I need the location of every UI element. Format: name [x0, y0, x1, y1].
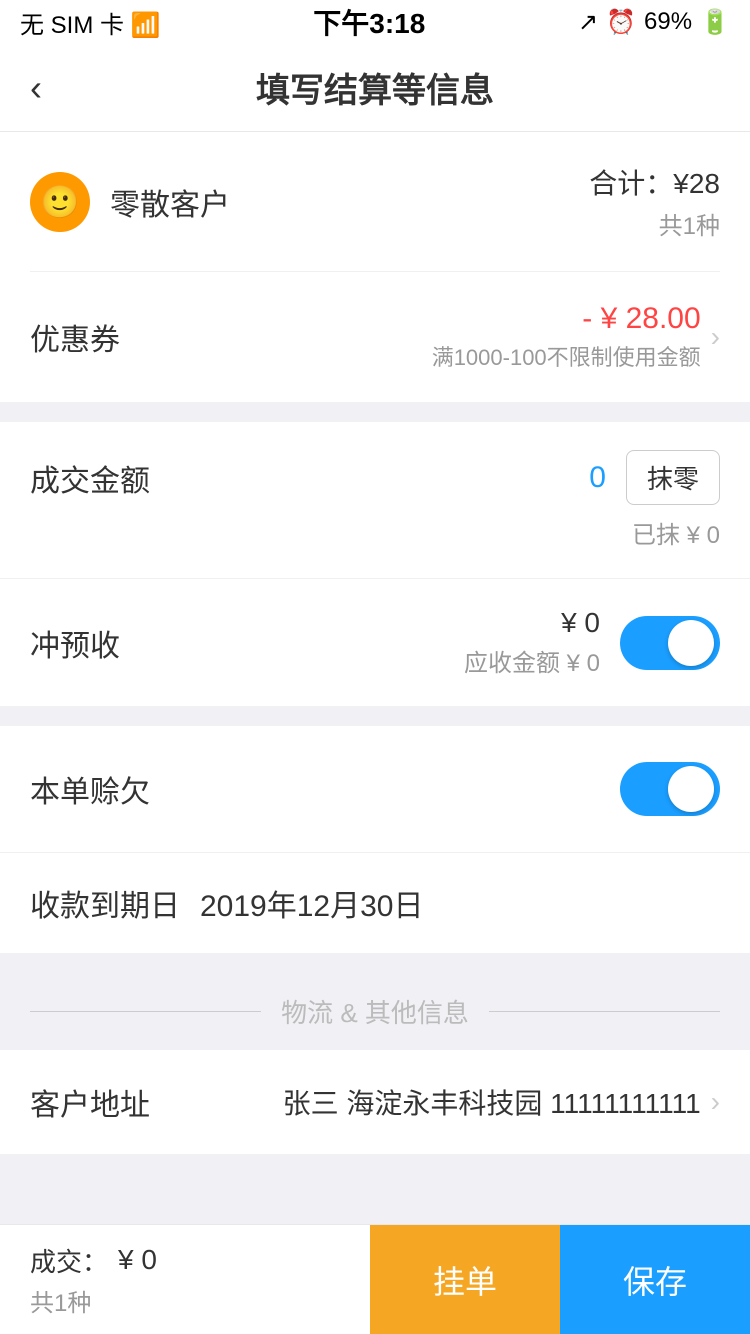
status-bar: 无 SIM 卡 📶 下午3:18 ↗ ⏰ 69% 🔋: [0, 0, 750, 44]
toggle-knob: [668, 766, 714, 812]
page-title: 填写结算等信息: [256, 63, 494, 112]
address-value: 张三 海淀永丰科技园 11111111111: [283, 1082, 701, 1122]
location-icon: ↗: [578, 8, 598, 37]
status-left: 无 SIM 卡 📶: [20, 5, 161, 40]
amount-right: 0 抹零: [589, 450, 720, 505]
logistics-label: 物流 & 其他信息: [281, 993, 469, 1030]
due-date-value: 2019年12月30日: [200, 881, 423, 925]
prepay-main-amount: ¥ 0: [464, 607, 600, 639]
chevron-right-icon: ›: [711, 1086, 720, 1118]
prepay-right: ¥ 0 应收金额 ¥ 0: [464, 607, 720, 678]
amount-value: 0: [589, 461, 606, 495]
address-label: 客户地址: [30, 1080, 150, 1124]
save-button[interactable]: 保存: [560, 1225, 750, 1334]
coupon-info: - ¥ 28.00 满1000-100不限制使用金额: [432, 302, 701, 372]
amount-sub: 已抹 ¥ 0: [0, 515, 750, 578]
prepay-toggle[interactable]: [620, 616, 720, 670]
amount-section: 成交金额 0 抹零 已抹 ¥ 0 冲预收 ¥ 0 应收金额 ¥ 0: [0, 422, 750, 706]
chevron-right-icon: ›: [711, 321, 720, 353]
avatar: 🙂: [30, 172, 90, 232]
content-area: 🙂 零散客户 合计：¥28 共1种 优惠券 - ¥ 28.00 满1000-10…: [0, 132, 750, 1294]
alarm-icon: ⏰: [606, 8, 636, 37]
address-row[interactable]: 客户地址 张三 海淀永丰科技园 11111111111 ›: [0, 1050, 750, 1154]
coupon-amount: - ¥ 28.00: [432, 302, 701, 336]
debt-label: 本单赊欠: [30, 767, 150, 811]
toggle-knob: [668, 620, 714, 666]
battery-level: 69%: [644, 8, 692, 36]
address-right: 张三 海淀永丰科技园 11111111111 ›: [150, 1082, 720, 1122]
debt-toggle[interactable]: [620, 762, 720, 816]
coupon-label: 优惠券: [30, 315, 120, 359]
logistics-line-left: [30, 1011, 261, 1012]
back-button[interactable]: ‹: [30, 67, 42, 109]
debt-row: 本单赊欠: [0, 726, 750, 852]
address-section: 客户地址 张三 海淀永丰科技园 11111111111 ›: [0, 1050, 750, 1154]
status-right: ↗ ⏰ 69% 🔋: [578, 8, 730, 37]
customer-row: 🙂 零散客户 合计：¥28 共1种: [0, 132, 750, 271]
customer-card: 🙂 零散客户 合计：¥28 共1种 优惠券 - ¥ 28.00 满1000-10…: [0, 132, 750, 402]
customer-summary: 合计：¥28 共1种: [589, 162, 720, 241]
customer-count: 共1种: [589, 206, 720, 241]
debt-section: 本单赊欠 收款到期日 2019年12月30日: [0, 726, 750, 953]
status-time: 下午3:18: [313, 2, 425, 42]
prepay-amounts: ¥ 0 应收金额 ¥ 0: [464, 607, 600, 678]
due-date-label: 收款到期日: [30, 881, 180, 925]
footer-deal-row: 成交： ¥ 0: [30, 1242, 340, 1279]
prepay-sub-amount: 应收金额 ¥ 0: [464, 643, 600, 678]
amount-label: 成交金额: [30, 456, 150, 500]
sim-wifi-status: 无 SIM 卡 📶: [20, 5, 161, 40]
customer-left: 🙂 零散客户: [30, 172, 230, 232]
footer: 成交： ¥ 0 共1种 挂单 保存: [0, 1224, 750, 1334]
coupon-desc: 满1000-100不限制使用金额: [432, 340, 701, 372]
logistics-header-section: 物流 & 其他信息: [0, 973, 750, 1050]
footer-count: 共1种: [30, 1283, 340, 1318]
customer-name: 零散客户: [110, 180, 230, 224]
battery-icon: 🔋: [700, 8, 730, 37]
customer-total: 合计：¥28: [589, 162, 720, 202]
round-off-button[interactable]: 抹零: [626, 450, 720, 505]
prepay-label: 冲预收: [30, 621, 120, 665]
footer-deal-amount: ¥ 0: [118, 1244, 157, 1276]
logistics-line-right: [489, 1011, 720, 1012]
amount-row: 成交金额 0 抹零: [0, 422, 750, 515]
nav-bar: ‹ 填写结算等信息: [0, 44, 750, 132]
avatar-icon: 🙂: [40, 183, 80, 221]
due-date-row: 收款到期日 2019年12月30日: [0, 853, 750, 953]
prepay-row: 冲预收 ¥ 0 应收金额 ¥ 0: [0, 579, 750, 706]
footer-info: 成交： ¥ 0 共1种: [0, 1242, 370, 1318]
coupon-row[interactable]: 优惠券 - ¥ 28.00 满1000-100不限制使用金额 ›: [0, 272, 750, 402]
coupon-right: - ¥ 28.00 满1000-100不限制使用金额 ›: [432, 302, 720, 372]
footer-deal-label: 成交：: [30, 1242, 108, 1279]
hold-button[interactable]: 挂单: [370, 1225, 560, 1334]
